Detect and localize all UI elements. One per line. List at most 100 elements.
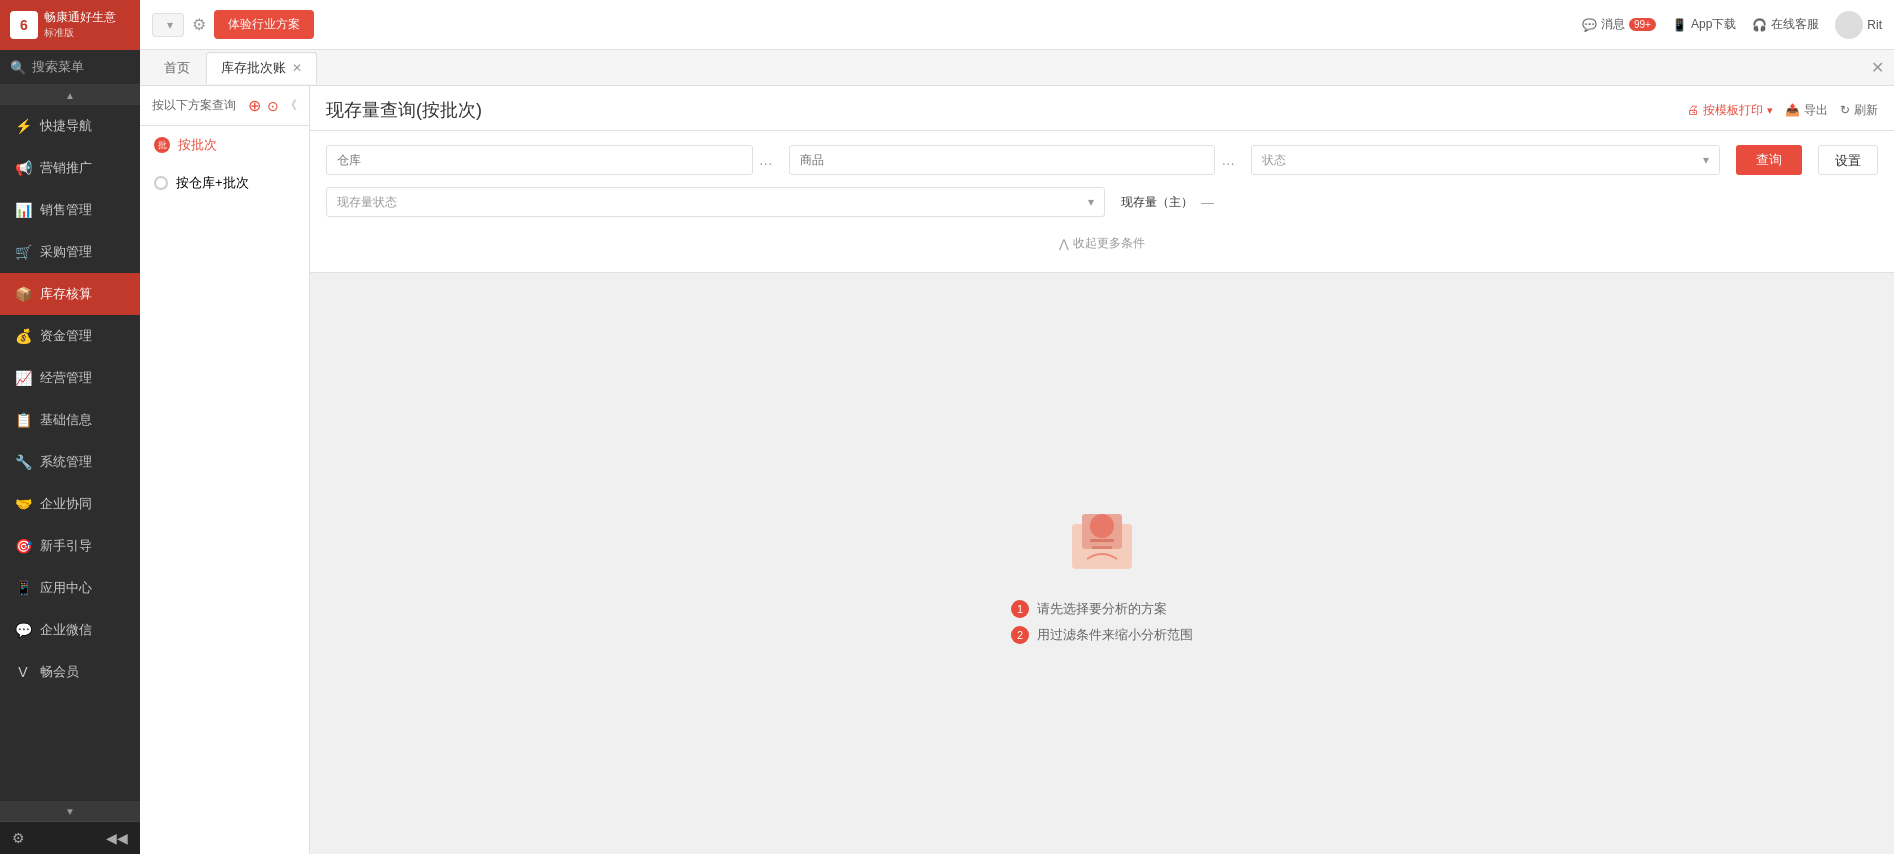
sidebar-nav: ⚡ 快捷导航 📢 营销推广 📊 销售管理 🛒 采购管理 📦 库存核算 💰 资金管… [0,105,140,801]
app-logo: 6 [10,11,38,39]
empty-tips: 1 请先选择要分析的方案 2 用过滤条件来缩小分析范围 [1011,600,1193,644]
message-icon: 💬 [1582,18,1597,32]
status-dropdown[interactable]: 状态 ▾ [1251,145,1720,175]
sidebar-item-system[interactable]: 🔧 系统管理 [0,441,140,483]
trial-btn[interactable]: 体验行业方案 [214,10,314,39]
print-btn[interactable]: 🖨 按模板打印 ▾ [1687,102,1773,119]
query-btn[interactable]: 查询 [1736,145,1802,175]
filter-header: 按以下方案查询 ⊕ ⊙ 《 [140,86,309,126]
sidebar-item-label: 采购管理 [40,243,92,261]
sidebar-header: 6 畅康通好生意 标准版 [0,0,140,50]
sidebar-item-app-center[interactable]: 📱 应用中心 [0,567,140,609]
main-area: ▾ ⚙ 体验行业方案 💬 消息 99+ 📱 App下载 🎧 在线客服 Rit [140,0,1894,854]
sidebar-item-label: 营销推广 [40,159,92,177]
sidebar-item-label: 快捷导航 [40,117,92,135]
inventory-status-dropdown[interactable]: 现存量状态 ▾ [326,187,1105,217]
print-label: 按模板打印 [1703,102,1763,119]
collapse-more-btn[interactable]: ⋀ 收起更多条件 [326,229,1878,258]
system-icon: 🔧 [14,453,32,471]
collapse-sidebar-icon[interactable]: ◀◀ [106,830,128,846]
tab-inventory-batch[interactable]: 库存批次账 ✕ [206,52,317,84]
app-name: 畅康通好生意 [44,10,116,26]
warehouse-input[interactable] [326,145,753,175]
breadcrumb-dropdown-icon[interactable]: ▾ [167,18,173,32]
sidebar-item-sales[interactable]: 📊 销售管理 [0,189,140,231]
online-service-label: 在线客服 [1771,16,1819,33]
sidebar-item-label: 企业协同 [40,495,92,513]
sidebar-footer: ⚙ ◀◀ [0,821,140,854]
filter-header-label: 按以下方案查询 [152,97,236,114]
sidebar-item-label: 畅会员 [40,663,79,681]
tip-text-2: 用过滤条件来缩小分析范围 [1037,626,1193,644]
tab-label: 库存批次账 [221,59,286,77]
sidebar-item-finance[interactable]: 💰 资金管理 [0,315,140,357]
inventory-qty-label: 现存量（主） [1121,194,1193,211]
filter-item-by-batch[interactable]: 批 按批次 [140,126,309,164]
sidebar-item-marketing[interactable]: 📢 营销推广 [0,147,140,189]
export-btn[interactable]: 📤 导出 [1785,102,1828,119]
collapse-filter-btn[interactable]: 《 [285,97,297,114]
settings-icon[interactable]: ⚙ [12,830,25,846]
filter-item-by-warehouse-batch[interactable]: 按仓库+批次 [140,164,309,202]
refresh-btn[interactable]: ↻ 刷新 [1840,102,1878,119]
search-icon: 🔍 [10,60,26,75]
sidebar-item-purchase[interactable]: 🛒 采购管理 [0,231,140,273]
headset-icon: 🎧 [1752,18,1767,32]
enterprise-icon: 🤝 [14,495,32,513]
finance-icon: 💰 [14,327,32,345]
product-input[interactable] [789,145,1216,175]
sidebar-item-new-guide[interactable]: 🎯 新手引导 [0,525,140,567]
marketing-icon: 📢 [14,159,32,177]
sidebar-item-wechat[interactable]: 💬 企业微信 [0,609,140,651]
sidebar-item-label: 应用中心 [40,579,92,597]
sales-icon: 📊 [14,201,32,219]
sidebar-item-label: 库存核算 [40,285,92,303]
inventory-qty-field: 现存量（主） — [1121,194,1878,211]
refresh-label: 刷新 [1854,102,1878,119]
close-tab-btn[interactable]: ✕ [292,61,302,75]
sidebar-item-inventory[interactable]: 📦 库存核算 [0,273,140,315]
radio-dot [154,176,168,190]
scroll-down-btn[interactable]: ▼ [0,801,140,821]
sidebar-item-operations[interactable]: 📈 经营管理 [0,357,140,399]
app-download-group[interactable]: 📱 App下载 [1672,16,1736,33]
topbar: ▾ ⚙ 体验行业方案 💬 消息 99+ 📱 App下载 🎧 在线客服 Rit [140,0,1894,50]
user-name: Rit [1867,18,1882,32]
topbar-settings-icon[interactable]: ⚙ [192,15,206,34]
print-dropdown-icon[interactable]: ▾ [1767,104,1773,117]
printer-icon: 🖨 [1687,103,1699,117]
settings-btn[interactable]: 设置 [1818,145,1878,175]
sidebar-item-vip[interactable]: V 畅会员 [0,651,140,693]
sidebar-item-base-info[interactable]: 📋 基础信息 [0,399,140,441]
product-field: … [789,145,1236,175]
app-version: 标准版 [44,26,116,40]
messages-group[interactable]: 💬 消息 99+ [1582,16,1656,33]
close-all-tabs-btn[interactable]: ✕ [1871,58,1884,77]
main-content: 现存量查询(按批次) 🖨 按模板打印 ▾ 📤 导出 ↻ 刷新 [310,86,1894,854]
filter-settings-btn[interactable]: ⊙ [267,98,279,114]
tip-num-2: 2 [1011,626,1029,644]
app-download-label: App下载 [1691,16,1736,33]
operations-icon: 📈 [14,369,32,387]
user-group[interactable]: Rit [1835,11,1882,39]
empty-tip-1: 1 请先选择要分析的方案 [1011,600,1193,618]
collapse-more-label: 收起更多条件 [1073,235,1145,252]
sidebar-item-label: 新手引导 [40,537,92,555]
sidebar-item-quick-nav[interactable]: ⚡ 快捷导航 [0,105,140,147]
online-service-group[interactable]: 🎧 在线客服 [1752,16,1819,33]
filter-header-icons: ⊕ ⊙ 《 [248,96,297,115]
form-row-2: 现存量状态 ▾ 现存量（主） — [326,187,1878,217]
form-row-1: … … 状态 ▾ 查询 设置 [326,145,1878,175]
empty-state: 1 请先选择要分析的方案 2 用过滤条件来缩小分析范围 [310,273,1894,854]
add-filter-btn[interactable]: ⊕ [248,96,261,115]
search-label: 搜索菜单 [32,58,84,76]
app-center-icon: 📱 [14,579,32,597]
tab-home[interactable]: 首页 [150,53,204,83]
page-header: 现存量查询(按批次) 🖨 按模板打印 ▾ 📤 导出 ↻ 刷新 [310,86,1894,131]
tip-text-1: 请先选择要分析的方案 [1037,600,1167,618]
sidebar-item-enterprise[interactable]: 🤝 企业协同 [0,483,140,525]
sidebar-search[interactable]: 🔍 搜索菜单 [0,50,140,85]
product-dots-btn[interactable]: … [1221,152,1235,168]
warehouse-dots-btn[interactable]: … [759,152,773,168]
scroll-up-btn[interactable]: ▲ [0,85,140,105]
